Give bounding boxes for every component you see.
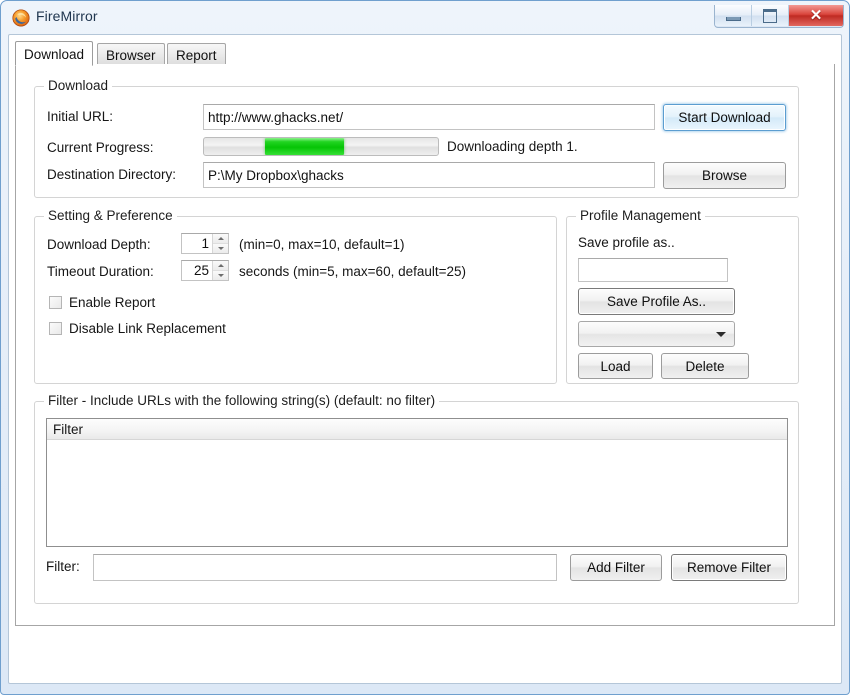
minimize-button[interactable] <box>715 5 752 26</box>
timeout-duration-value: 25 <box>193 263 209 278</box>
filter-groupbox-title: Filter - Include URLs with the following… <box>44 393 440 408</box>
browse-button[interactable]: Browse <box>663 162 786 189</box>
timeout-duration-up-button[interactable] <box>213 261 228 271</box>
timeout-duration-arrows[interactable] <box>212 261 228 280</box>
add-filter-button[interactable]: Add Filter <box>570 554 662 581</box>
tab-report-label: Report <box>176 48 217 63</box>
destination-directory-input[interactable] <box>203 162 655 188</box>
start-download-button[interactable]: Start Download <box>663 104 786 131</box>
chevron-up-icon <box>217 264 224 267</box>
tab-browser-label: Browser <box>106 48 156 63</box>
timeout-duration-hint: seconds (min=5, max=60, default=25) <box>239 264 467 279</box>
disable-link-replacement-label: Disable Link Replacement <box>69 321 226 336</box>
download-depth-arrows[interactable] <box>212 234 228 253</box>
client-area: Download Browser Report Download Initial… <box>8 34 842 684</box>
title-bar: FireMirror ✕ <box>6 5 844 32</box>
chevron-down-icon <box>716 331 726 337</box>
chevron-up-icon <box>217 237 224 240</box>
window-inner: FireMirror ✕ Download Browser Report Dow… <box>6 5 844 690</box>
maximize-button[interactable] <box>752 5 789 26</box>
profile-name-input[interactable] <box>578 258 728 282</box>
enable-report-label: Enable Report <box>69 295 156 310</box>
tab-strip: Download Browser Report <box>15 41 835 66</box>
filter-list-body[interactable] <box>47 440 787 546</box>
filter-field-label: Filter: <box>46 559 80 574</box>
close-button[interactable]: ✕ <box>789 5 843 26</box>
progress-status-text: Downloading depth 1. <box>447 139 578 154</box>
tab-report[interactable]: Report <box>167 43 226 65</box>
profile-management-groupbox: Profile Management Save profile as.. Sav… <box>566 208 799 384</box>
download-depth-up-button[interactable] <box>213 234 228 244</box>
tab-browser[interactable]: Browser <box>97 43 165 65</box>
timeout-duration-down-button[interactable] <box>213 271 228 280</box>
profile-select[interactable] <box>578 321 735 347</box>
download-progress-bar <box>203 137 439 156</box>
filter-list-column-filter: Filter <box>53 421 83 437</box>
download-depth-stepper[interactable]: 1 <box>181 233 229 254</box>
progress-bar-chunk <box>264 138 345 155</box>
minimize-icon <box>725 16 741 21</box>
load-profile-button[interactable]: Load <box>578 353 653 379</box>
chevron-down-icon <box>217 274 224 277</box>
download-groupbox-title: Download <box>44 78 113 93</box>
tab-download-label: Download <box>24 47 85 62</box>
download-depth-hint: (min=0, max=10, default=1) <box>239 237 405 252</box>
destination-directory-label: Destination Directory: <box>47 167 177 182</box>
save-profile-as-label: Save profile as.. <box>578 235 675 250</box>
tab-page-download: Download Initial URL: Current Progress: … <box>15 64 835 626</box>
tab-download[interactable]: Download <box>15 41 94 66</box>
delete-profile-button[interactable]: Delete <box>661 353 749 379</box>
initial-url-input[interactable] <box>203 104 655 130</box>
timeout-duration-label: Timeout Duration: <box>47 264 154 279</box>
filter-input[interactable] <box>93 554 557 581</box>
maximize-icon <box>763 8 777 23</box>
delete-profile-label: Delete <box>685 358 725 374</box>
timeout-duration-stepper[interactable]: 25 <box>181 260 229 281</box>
add-filter-label: Add Filter <box>587 560 645 575</box>
close-icon: ✕ <box>809 7 823 24</box>
window-caption-buttons: ✕ <box>714 5 844 28</box>
download-depth-value: 1 <box>201 236 209 251</box>
download-groupbox: Download Initial URL: Current Progress: … <box>34 78 799 198</box>
firefox-globe-icon <box>12 9 30 27</box>
filter-list[interactable]: Filter <box>46 418 788 547</box>
settings-groupbox: Setting & Preference Download Depth: 1 (… <box>34 208 557 384</box>
chevron-down-icon <box>217 247 224 250</box>
checkbox-icon <box>49 296 62 309</box>
enable-report-checkbox[interactable]: Enable Report <box>49 295 155 310</box>
window-title: FireMirror <box>36 8 98 24</box>
save-profile-as-button-label: Save Profile As.. <box>606 294 707 309</box>
current-progress-label: Current Progress: <box>47 140 154 155</box>
download-depth-down-button[interactable] <box>213 244 228 253</box>
start-download-label: Start Download <box>678 110 771 125</box>
checkbox-icon <box>49 322 62 335</box>
remove-filter-button[interactable]: Remove Filter <box>671 554 787 581</box>
browse-label: Browse <box>701 168 747 183</box>
download-depth-label: Download Depth: <box>47 237 151 252</box>
settings-groupbox-title: Setting & Preference <box>44 208 177 223</box>
filter-list-header: Filter <box>47 419 787 440</box>
initial-url-label: Initial URL: <box>47 109 114 124</box>
disable-link-replacement-checkbox[interactable]: Disable Link Replacement <box>49 321 226 336</box>
profile-management-groupbox-title: Profile Management <box>576 208 705 223</box>
filter-groupbox: Filter - Include URLs with the following… <box>34 393 799 604</box>
load-profile-label: Load <box>600 358 631 374</box>
remove-filter-label: Remove Filter <box>686 560 772 575</box>
application-window: FireMirror ✕ Download Browser Report Dow… <box>0 0 850 695</box>
save-profile-as-button[interactable]: Save Profile As.. <box>578 288 735 315</box>
